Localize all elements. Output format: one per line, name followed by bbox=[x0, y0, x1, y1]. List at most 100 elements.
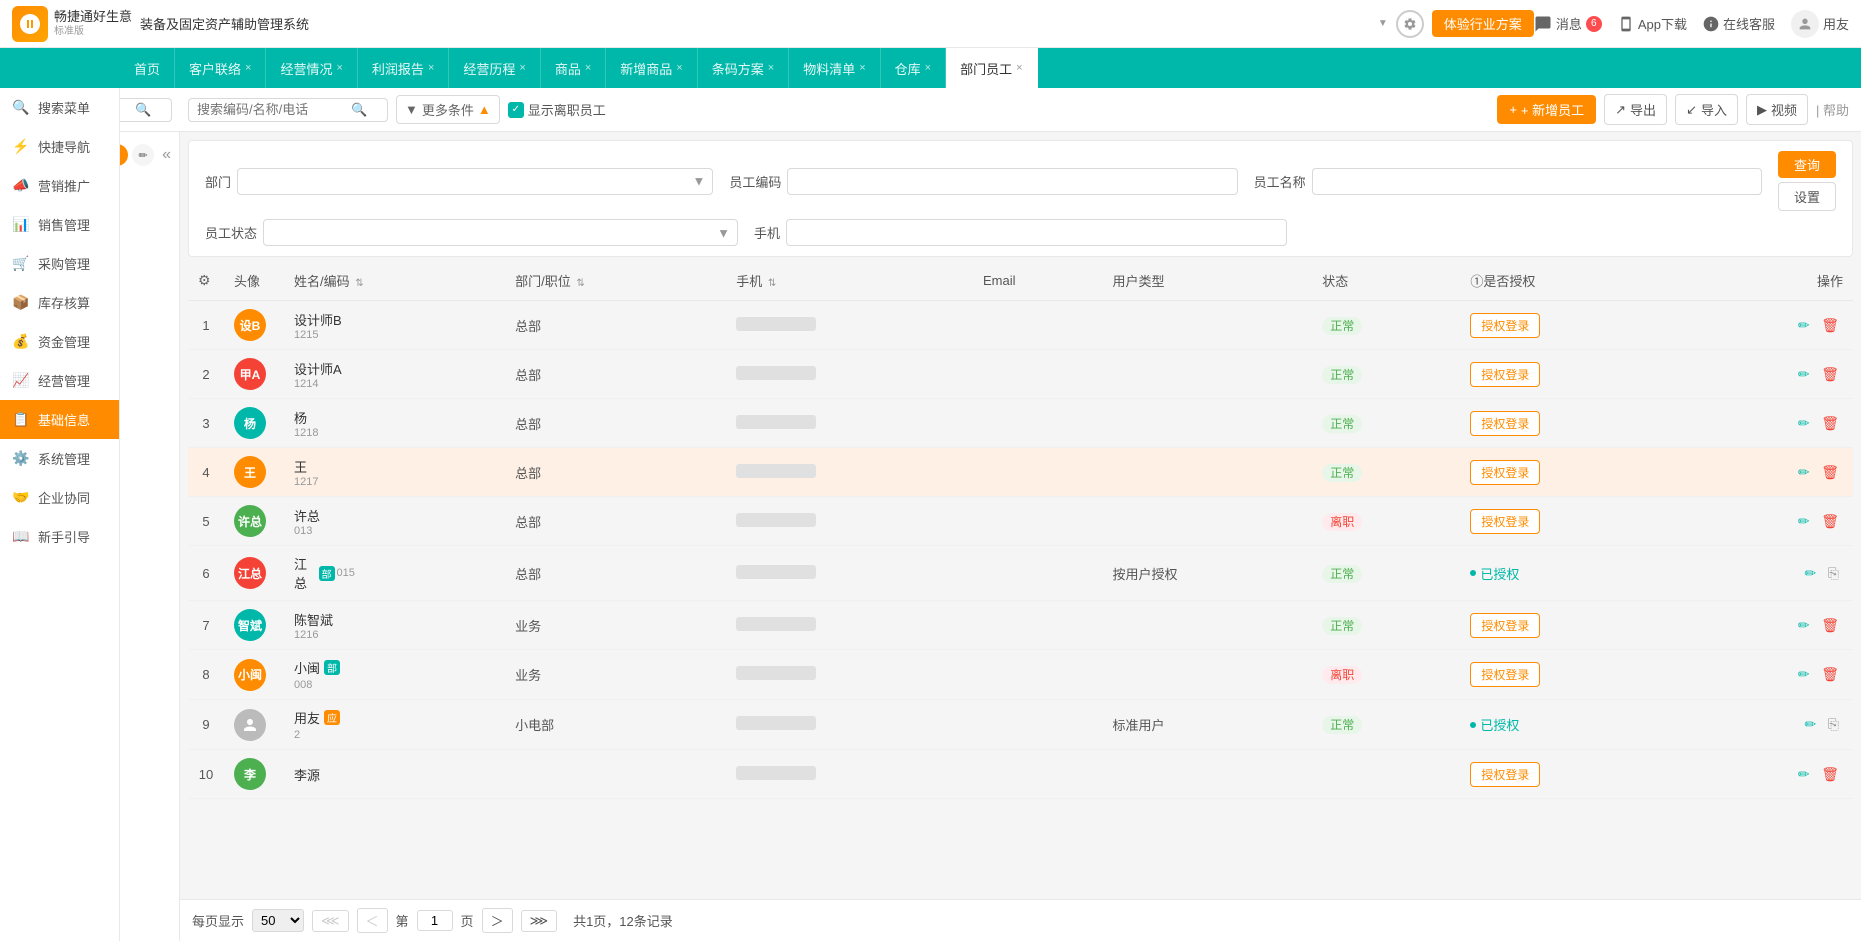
dropdown-btn[interactable]: ▼ bbox=[1378, 18, 1388, 29]
export-button[interactable]: ↗ 导出 bbox=[1604, 94, 1667, 125]
sidebar-item-quicknav[interactable]: ⚡ 快捷导航 bbox=[0, 127, 119, 166]
delete-button[interactable]: 🗑 bbox=[1817, 615, 1843, 636]
app-download-btn[interactable]: App下载 bbox=[1618, 14, 1687, 33]
prev-page-btn[interactable]: ＜ bbox=[357, 908, 388, 933]
message-btn[interactable]: 消息 6 bbox=[1534, 14, 1602, 33]
name-input[interactable] bbox=[1312, 168, 1762, 195]
delete-button[interactable]: 🗑 bbox=[1817, 664, 1843, 685]
page-size-select[interactable]: 50 100 bbox=[252, 909, 304, 932]
close-icon[interactable]: × bbox=[768, 62, 774, 74]
sidebar-item-collab[interactable]: 🤝 企业协同 bbox=[0, 478, 119, 517]
sidebar-item-search[interactable]: 🔍 搜索菜单 bbox=[0, 88, 119, 127]
query-button[interactable]: 查询 bbox=[1778, 151, 1836, 178]
edit-button[interactable]: ✏ bbox=[1794, 664, 1814, 685]
tab-operation[interactable]: 经营情况× bbox=[266, 48, 357, 88]
reset-button[interactable]: 设置 bbox=[1778, 182, 1836, 211]
status-select[interactable] bbox=[263, 219, 738, 246]
tab-dept-staff[interactable]: 部门员工× bbox=[946, 48, 1037, 88]
auth-button[interactable]: 授权登录 bbox=[1470, 762, 1540, 787]
form-action-btns: 查询 设置 bbox=[1778, 151, 1836, 211]
user-area[interactable]: 用友 bbox=[1791, 10, 1849, 38]
edit-button[interactable]: ✏ bbox=[1794, 413, 1814, 434]
th-dept[interactable]: 部门/职位 ⇅ bbox=[505, 261, 726, 301]
auth-button[interactable]: 授权登录 bbox=[1470, 613, 1540, 638]
last-page-btn[interactable]: ⋙ bbox=[521, 910, 558, 932]
import-button[interactable]: ↙ 导入 bbox=[1675, 94, 1738, 125]
show-resigned-wrap[interactable]: ✓ 显示离职员工 bbox=[508, 100, 606, 119]
dept-select[interactable] bbox=[237, 168, 713, 195]
delete-button[interactable]: 🗑 bbox=[1817, 413, 1843, 434]
delete-button[interactable]: 🗑 bbox=[1817, 511, 1843, 532]
tab-warehouse[interactable]: 仓库× bbox=[881, 48, 946, 88]
help-btn[interactable]: | 帮助 bbox=[1816, 100, 1849, 119]
edit-button[interactable]: ✏ bbox=[1800, 563, 1820, 584]
tab-customer[interactable]: 客户联络× bbox=[175, 48, 266, 88]
gear-button[interactable] bbox=[1396, 10, 1424, 38]
close-icon[interactable]: × bbox=[428, 62, 434, 74]
edit-dept-btn[interactable]: ✏ bbox=[132, 144, 154, 166]
delete-button[interactable]: 🗑 bbox=[1817, 462, 1843, 483]
close-icon[interactable]: × bbox=[859, 62, 865, 74]
close-icon[interactable]: × bbox=[336, 62, 342, 74]
phone-input[interactable] bbox=[786, 219, 1287, 246]
sidebar-item-business[interactable]: 📈 经营管理 bbox=[0, 361, 119, 400]
more-filter-btn[interactable]: ▼ 更多条件 ▲ bbox=[396, 95, 500, 124]
sidebar-item-marketing[interactable]: 📣 营销推广 bbox=[0, 166, 119, 205]
tab-barcode[interactable]: 条码方案× bbox=[698, 48, 789, 88]
tab-history[interactable]: 经营历程× bbox=[449, 48, 540, 88]
next-page-btn[interactable]: ＞ bbox=[482, 908, 513, 933]
close-icon[interactable]: × bbox=[585, 62, 591, 74]
close-icon[interactable]: × bbox=[925, 62, 931, 74]
checkbox-show-resigned[interactable]: ✓ bbox=[508, 102, 524, 118]
code-input[interactable] bbox=[787, 168, 1237, 195]
edit-button[interactable]: ✏ bbox=[1794, 315, 1814, 336]
add-employee-button[interactable]: + + 新增员工 bbox=[1497, 95, 1596, 124]
edit-button[interactable]: ✏ bbox=[1794, 511, 1814, 532]
delete-button[interactable]: 🗑 bbox=[1817, 315, 1843, 336]
system-title: 装备及固定资产辅助管理系统 bbox=[140, 14, 1374, 33]
auth-button[interactable]: 授权登录 bbox=[1470, 362, 1540, 387]
employee-search-input[interactable] bbox=[197, 102, 347, 117]
collapse-tree-btn[interactable]: « bbox=[162, 146, 171, 164]
close-icon[interactable]: × bbox=[676, 62, 682, 74]
th-settings[interactable]: ⚙ bbox=[188, 261, 224, 301]
auth-button[interactable]: 授权登录 bbox=[1470, 509, 1540, 534]
copy-button[interactable]: ⎘ bbox=[1824, 563, 1843, 584]
sidebar-item-basic[interactable]: 📋 基础信息 bbox=[0, 400, 119, 439]
sidebar-item-sales[interactable]: 📊 销售管理 bbox=[0, 205, 119, 244]
employee-search-icon[interactable]: 🔍 bbox=[351, 102, 367, 118]
sidebar-item-inventory[interactable]: 📦 库存核算 bbox=[0, 283, 119, 322]
sidebar-item-purchase[interactable]: 🛒 采购管理 bbox=[0, 244, 119, 283]
edit-button[interactable]: ✏ bbox=[1800, 714, 1820, 735]
tab-bom[interactable]: 物料清单× bbox=[789, 48, 880, 88]
copy-button[interactable]: ⎘ bbox=[1824, 714, 1843, 735]
tab-home[interactable]: 首页 bbox=[120, 48, 175, 88]
tab-add-goods[interactable]: 新增商品× bbox=[606, 48, 697, 88]
dept-search-icon[interactable]: 🔍 bbox=[135, 102, 151, 118]
auth-button[interactable]: 授权登录 bbox=[1470, 662, 1540, 687]
tab-goods[interactable]: 商品× bbox=[541, 48, 606, 88]
edit-button[interactable]: ✏ bbox=[1794, 615, 1814, 636]
close-icon[interactable]: × bbox=[519, 62, 525, 74]
sidebar-item-finance[interactable]: 💰 资金管理 bbox=[0, 322, 119, 361]
auth-button[interactable]: 授权登录 bbox=[1470, 460, 1540, 485]
th-phone[interactable]: 手机 ⇅ bbox=[726, 261, 973, 301]
online-service-btn[interactable]: 在线客服 bbox=[1703, 14, 1775, 33]
delete-button[interactable]: 🗑 bbox=[1817, 764, 1843, 785]
sidebar-item-guide[interactable]: 📖 新手引导 bbox=[0, 517, 119, 556]
first-page-btn[interactable]: ⋘ bbox=[312, 910, 349, 932]
tab-profit[interactable]: 利润报告× bbox=[358, 48, 449, 88]
edit-button[interactable]: ✏ bbox=[1794, 364, 1814, 385]
edit-button[interactable]: ✏ bbox=[1794, 462, 1814, 483]
delete-button[interactable]: 🗑 bbox=[1817, 364, 1843, 385]
page-number-input[interactable] bbox=[417, 910, 453, 931]
th-name[interactable]: 姓名/编码 ⇅ bbox=[284, 261, 505, 301]
auth-button[interactable]: 授权登录 bbox=[1470, 411, 1540, 436]
close-icon[interactable]: × bbox=[245, 62, 251, 74]
auth-button[interactable]: 授权登录 bbox=[1470, 313, 1540, 338]
sidebar-item-system[interactable]: ⚙️ 系统管理 bbox=[0, 439, 119, 478]
view-button[interactable]: ▶ 视频 bbox=[1746, 94, 1808, 125]
trial-button[interactable]: 体验行业方案 bbox=[1432, 10, 1534, 37]
close-icon[interactable]: × bbox=[1016, 62, 1022, 74]
edit-button[interactable]: ✏ bbox=[1794, 764, 1814, 785]
